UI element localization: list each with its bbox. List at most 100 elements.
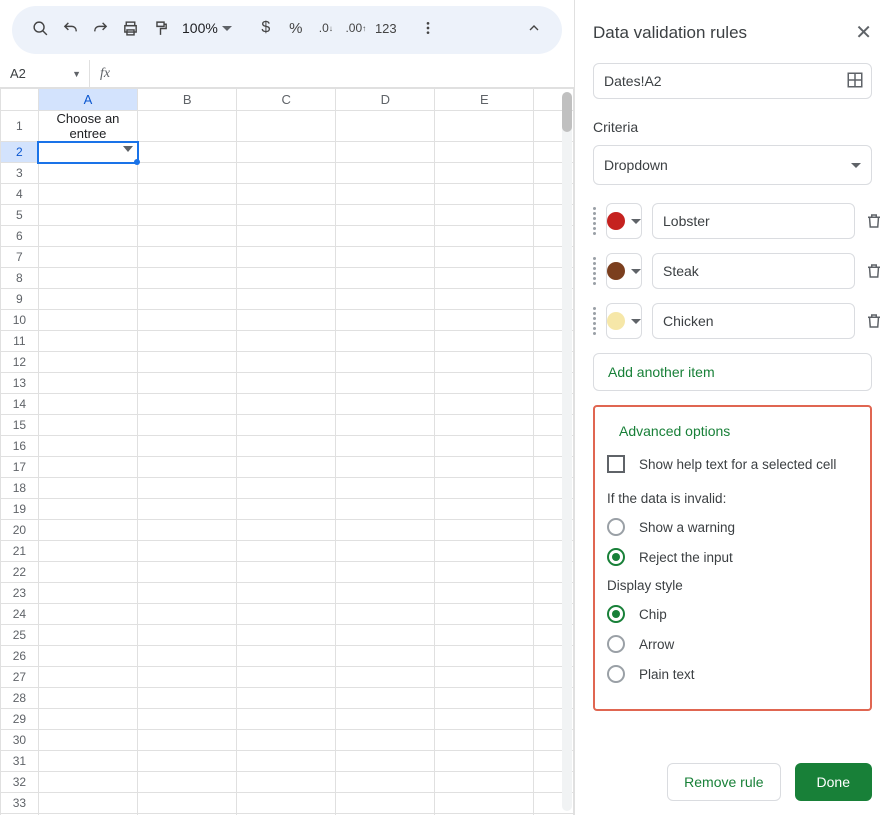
cell[interactable] bbox=[138, 667, 237, 688]
cell[interactable] bbox=[237, 268, 336, 289]
invalid-data-option[interactable]: Reject the input bbox=[607, 548, 858, 566]
cell[interactable] bbox=[138, 478, 237, 499]
cell[interactable] bbox=[38, 583, 137, 604]
close-icon[interactable]: ✕ bbox=[855, 20, 872, 45]
cell[interactable] bbox=[336, 520, 435, 541]
cell[interactable] bbox=[38, 604, 137, 625]
row-header[interactable]: 26 bbox=[1, 646, 39, 667]
cell[interactable] bbox=[435, 688, 534, 709]
cell[interactable] bbox=[435, 772, 534, 793]
cell[interactable] bbox=[237, 688, 336, 709]
cell[interactable] bbox=[435, 394, 534, 415]
drag-handle-icon[interactable] bbox=[593, 257, 596, 285]
cell[interactable] bbox=[237, 625, 336, 646]
row-header[interactable]: 27 bbox=[1, 667, 39, 688]
row-header[interactable]: 19 bbox=[1, 499, 39, 520]
paint-format-icon[interactable] bbox=[146, 14, 174, 42]
cell[interactable] bbox=[336, 457, 435, 478]
cell[interactable] bbox=[435, 184, 534, 205]
cell[interactable] bbox=[237, 499, 336, 520]
search-icon[interactable] bbox=[26, 14, 54, 42]
cell[interactable] bbox=[435, 646, 534, 667]
cell[interactable] bbox=[237, 562, 336, 583]
row-header[interactable]: 5 bbox=[1, 205, 39, 226]
radio-icon[interactable] bbox=[607, 605, 625, 623]
checkbox-icon[interactable] bbox=[607, 455, 625, 473]
cell[interactable] bbox=[38, 625, 137, 646]
cell[interactable] bbox=[435, 247, 534, 268]
cell[interactable] bbox=[138, 499, 237, 520]
cell[interactable] bbox=[336, 625, 435, 646]
cell[interactable] bbox=[38, 142, 137, 163]
cell[interactable] bbox=[237, 247, 336, 268]
cell[interactable] bbox=[138, 793, 237, 814]
cell[interactable]: Choose an entree bbox=[38, 111, 137, 142]
cell[interactable] bbox=[38, 730, 137, 751]
row-header[interactable]: 31 bbox=[1, 751, 39, 772]
row-header[interactable]: 28 bbox=[1, 688, 39, 709]
delete-icon[interactable] bbox=[865, 262, 883, 280]
cell[interactable] bbox=[237, 772, 336, 793]
cell[interactable] bbox=[38, 247, 137, 268]
cell[interactable] bbox=[435, 667, 534, 688]
decrease-decimal-icon[interactable]: .0↓ bbox=[312, 14, 340, 42]
cell[interactable] bbox=[38, 562, 137, 583]
cell[interactable] bbox=[237, 541, 336, 562]
cell[interactable] bbox=[38, 436, 137, 457]
drag-handle-icon[interactable] bbox=[593, 207, 596, 235]
cell[interactable] bbox=[237, 163, 336, 184]
cell[interactable] bbox=[336, 667, 435, 688]
cell[interactable] bbox=[138, 520, 237, 541]
cell[interactable] bbox=[38, 268, 137, 289]
cell[interactable] bbox=[138, 163, 237, 184]
row-header[interactable]: 9 bbox=[1, 289, 39, 310]
row-header[interactable]: 7 bbox=[1, 247, 39, 268]
row-header[interactable]: 18 bbox=[1, 478, 39, 499]
cell[interactable] bbox=[435, 142, 534, 163]
cell[interactable] bbox=[38, 478, 137, 499]
cell[interactable] bbox=[336, 142, 435, 163]
cell[interactable] bbox=[237, 730, 336, 751]
cell[interactable] bbox=[38, 205, 137, 226]
cell[interactable] bbox=[38, 394, 137, 415]
cell[interactable] bbox=[138, 562, 237, 583]
cell[interactable] bbox=[138, 352, 237, 373]
drag-handle-icon[interactable] bbox=[593, 307, 596, 335]
cell[interactable] bbox=[138, 583, 237, 604]
cell[interactable] bbox=[336, 373, 435, 394]
option-value-input[interactable] bbox=[652, 203, 855, 239]
cell[interactable] bbox=[138, 625, 237, 646]
zoom-select[interactable]: 100% bbox=[176, 20, 238, 36]
row-header[interactable]: 2 bbox=[1, 142, 39, 163]
cell[interactable] bbox=[138, 772, 237, 793]
cell[interactable] bbox=[237, 415, 336, 436]
cell[interactable] bbox=[138, 331, 237, 352]
row-header[interactable]: 12 bbox=[1, 352, 39, 373]
cell[interactable] bbox=[237, 373, 336, 394]
cell[interactable] bbox=[38, 751, 137, 772]
cell[interactable] bbox=[38, 331, 137, 352]
cell[interactable] bbox=[138, 457, 237, 478]
currency-icon[interactable]: $ bbox=[252, 14, 280, 42]
cell[interactable] bbox=[336, 583, 435, 604]
cell[interactable] bbox=[38, 457, 137, 478]
cell[interactable] bbox=[138, 111, 237, 142]
undo-icon[interactable] bbox=[56, 14, 84, 42]
cell[interactable] bbox=[336, 772, 435, 793]
cell[interactable] bbox=[336, 541, 435, 562]
column-header[interactable]: B bbox=[138, 89, 237, 111]
radio-icon[interactable] bbox=[607, 665, 625, 683]
cell[interactable] bbox=[435, 436, 534, 457]
cell[interactable] bbox=[138, 541, 237, 562]
cell[interactable] bbox=[435, 415, 534, 436]
add-item-button[interactable]: Add another item bbox=[593, 353, 872, 391]
cell[interactable] bbox=[336, 646, 435, 667]
cell[interactable] bbox=[138, 709, 237, 730]
cell[interactable] bbox=[237, 667, 336, 688]
radio-icon[interactable] bbox=[607, 548, 625, 566]
cell[interactable] bbox=[336, 205, 435, 226]
cell[interactable] bbox=[435, 604, 534, 625]
cell[interactable] bbox=[336, 268, 435, 289]
row-header[interactable]: 32 bbox=[1, 772, 39, 793]
cell[interactable] bbox=[138, 688, 237, 709]
